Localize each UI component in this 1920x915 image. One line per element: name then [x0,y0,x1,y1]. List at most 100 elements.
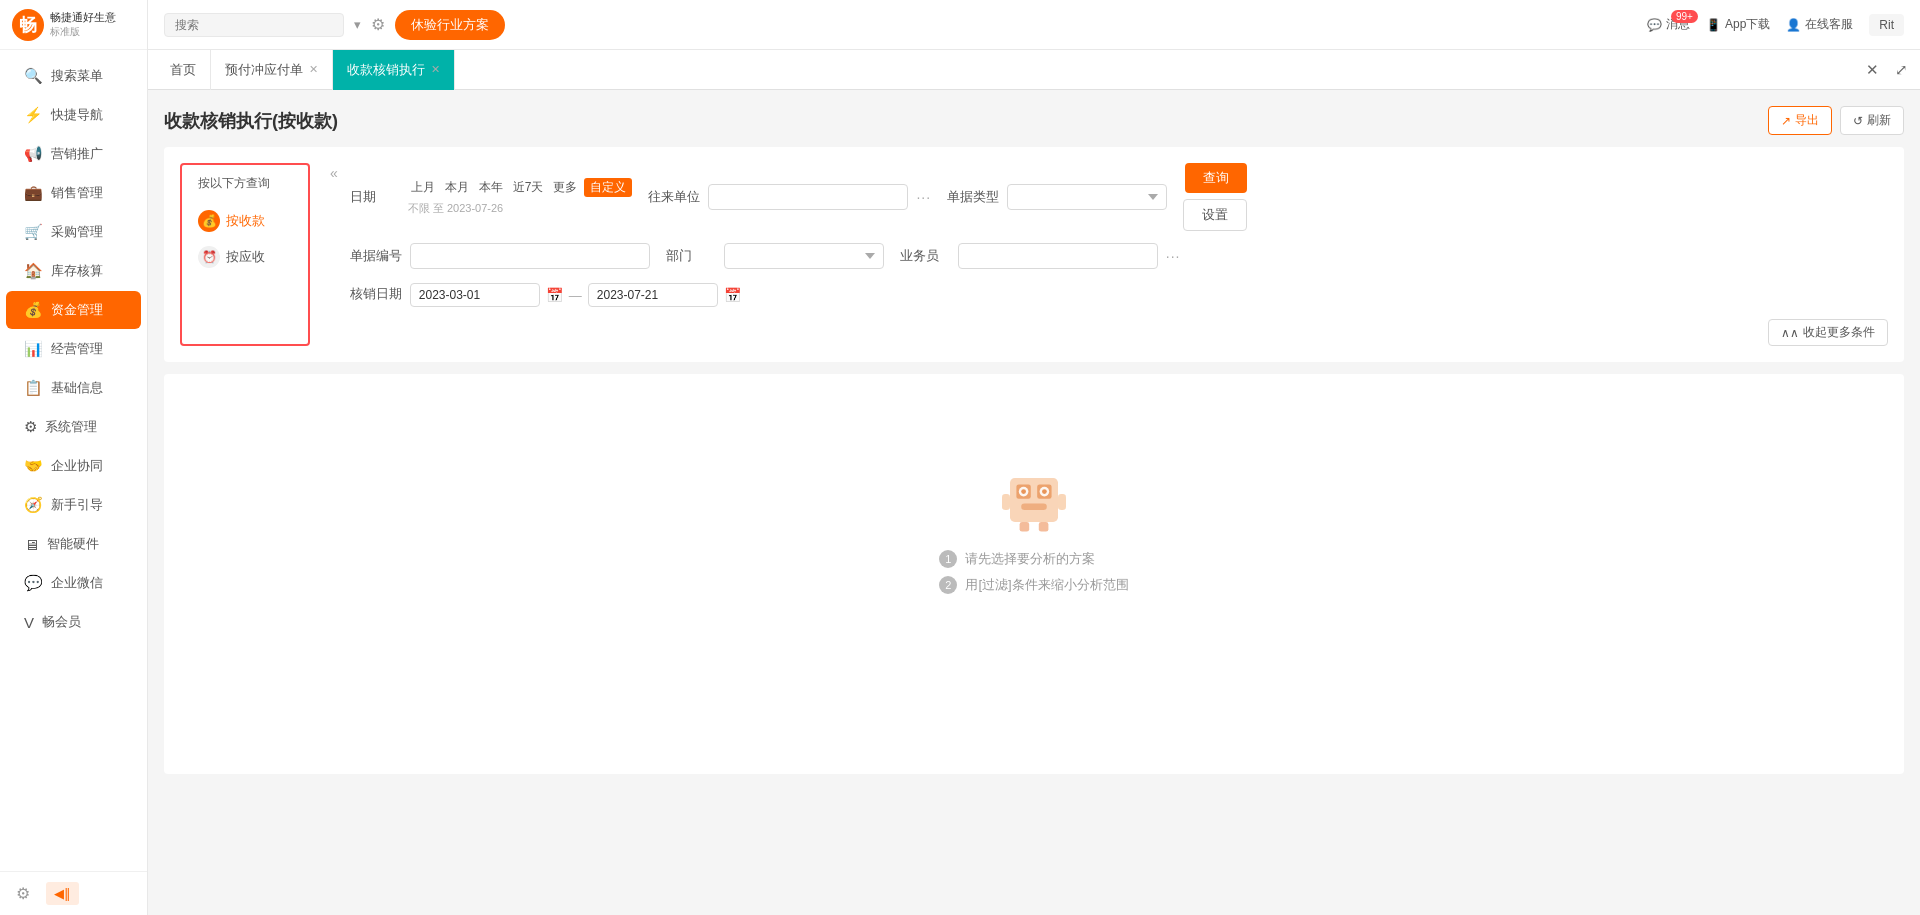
tab-prepay[interactable]: 预付冲应付单 ✕ [211,50,333,90]
sidebar-item-0[interactable]: 🔍搜索菜单 [6,57,141,95]
sidebar-icon-14: V [24,614,34,631]
sidebar-icon-3: 💼 [24,184,43,202]
tab-expand-button[interactable]: ⤢ [1891,57,1912,83]
date-more[interactable]: 更多 [550,178,580,197]
filter-actions: 查询 设置 [1183,163,1247,231]
filter-type-selector: 按以下方查询 💰 按收款 ⏰ 按应收 [180,163,310,346]
user-menu[interactable]: Rit [1869,14,1904,36]
staff-label: 业务员 [900,247,950,265]
query-button[interactable]: 查询 [1185,163,1247,193]
date-custom[interactable]: 自定义 [584,178,632,197]
writeoff-date-start-cal-icon[interactable]: 📅 [546,287,563,303]
counterparty-input[interactable] [708,184,908,210]
date-this-year[interactable]: 本年 [476,178,506,197]
sidebar-label-1: 快捷导航 [51,106,103,124]
topbar-gear-icon[interactable]: ⚙ [371,15,385,34]
tab-home-label: 首页 [170,61,196,79]
sidebar-label-12: 智能硬件 [47,535,99,553]
receipt-label: 按收款 [226,212,265,230]
date-last-month[interactable]: 上月 [408,178,438,197]
svg-rect-0 [1010,478,1058,522]
app-icon: 📱 [1706,18,1721,32]
tab-writeoff-close[interactable]: ✕ [431,63,440,76]
sidebar-item-10[interactable]: 🤝企业协同 [6,447,141,485]
filter-row-1: 日期 上月 本月 本年 近7天 更多 自定义 不限 至 2023-07-26 [350,163,1888,231]
solution-button[interactable]: 休验行业方案 [395,10,505,40]
sidebar-item-9[interactable]: ⚙系统管理 [6,408,141,446]
sidebar-item-14[interactable]: V 畅会员 [6,603,141,641]
sidebar-label-6: 资金管理 [51,301,103,319]
content-area: 1 请先选择要分析的方案 2 用[过滤]条件来缩小分析范围 [164,374,1904,774]
filter-option-by-receivable[interactable]: ⏰ 按应收 [198,246,292,268]
sidebar-item-11[interactable]: 🧭新手引导 [6,486,141,524]
writeoff-date-start-input[interactable] [410,283,540,307]
sidebar-icon-4: 🛒 [24,223,43,241]
filter-type-title: 按以下方查询 [198,175,292,192]
sidebar-item-7[interactable]: 📊经营管理 [6,330,141,368]
staff-input[interactable] [958,243,1158,269]
staff-more-button[interactable]: ··· [1166,248,1181,264]
dept-label: 部门 [666,247,716,265]
refresh-label: 刷新 [1867,112,1891,129]
svg-rect-3 [1021,504,1047,510]
date-label: 日期 [350,188,400,206]
search-input[interactable] [164,13,344,37]
page-actions: ↗ 导出 ↺ 刷新 [1768,106,1904,135]
sidebar: 畅 畅捷通好生意 标准版 🔍搜索菜单⚡快捷导航📢营销推广💼销售管理🛒采购管理🏠库… [0,0,148,915]
sidebar-logo: 畅 畅捷通好生意 标准版 [0,0,147,50]
topbar-dropdown-icon[interactable]: ▾ [354,17,361,32]
app-download-button[interactable]: 📱 App下载 [1706,16,1770,33]
filter-left-collapse-button[interactable]: « [330,165,338,181]
writeoff-date-end-input[interactable] [588,283,718,307]
tabbar-right: ✕ ⤢ [1862,57,1912,83]
sidebar-item-2[interactable]: 📢营销推广 [6,135,141,173]
counterparty-field: 往来单位 ··· [648,184,931,210]
sidebar-icon-12: 🖥 [24,536,39,553]
date-range-dash: — [569,288,582,303]
dept-select[interactable] [724,243,884,269]
sidebar-label-8: 基础信息 [51,379,103,397]
sidebar-item-1[interactable]: ⚡快捷导航 [6,96,141,134]
svg-rect-5 [1058,494,1066,510]
page-title: 收款核销执行(按收款) [164,109,338,133]
tab-home[interactable]: 首页 [156,50,211,90]
doc-no-label: 单据编号 [350,247,402,265]
tab-writeoff[interactable]: 收款核销执行 ✕ [333,50,455,90]
sidebar-item-13[interactable]: 💬企业微信 [6,564,141,602]
sidebar-item-4[interactable]: 🛒采购管理 [6,213,141,251]
sidebar-icon-7: 📊 [24,340,43,358]
sidebar-item-5[interactable]: 🏠库存核算 [6,252,141,290]
sidebar-item-6[interactable]: 💰资金管理 [6,291,141,329]
tab-prepay-close[interactable]: ✕ [309,63,318,76]
tab-close-all-button[interactable]: ✕ [1862,57,1883,83]
sidebar-label-14: 畅会员 [42,613,81,631]
date-7days[interactable]: 近7天 [510,178,547,197]
sidebar-label-13: 企业微信 [51,574,103,592]
writeoff-date-range: 📅 — 📅 [410,283,741,307]
doc-type-field: 单据类型 [947,184,1167,210]
refresh-button[interactable]: ↺ 刷新 [1840,106,1904,135]
online-service-button[interactable]: 👤 在线客服 [1786,16,1853,33]
doc-type-select[interactable] [1007,184,1167,210]
filter-option-by-receipt[interactable]: 💰 按收款 [198,210,292,232]
writeoff-date-end-cal-icon[interactable]: 📅 [724,287,741,303]
sidebar-item-3[interactable]: 💼销售管理 [6,174,141,212]
filter-panel: 按以下方查询 💰 按收款 ⏰ 按应收 « 日期 [164,147,1904,362]
export-button[interactable]: ↗ 导出 [1768,106,1832,135]
counterparty-more-button[interactable]: ··· [916,189,931,205]
sidebar-item-8[interactable]: 📋基础信息 [6,369,141,407]
sidebar-icon-5: 🏠 [24,262,43,280]
date-this-month[interactable]: 本月 [442,178,472,197]
filter-more-row: ∧∧ 收起更多条件 [350,319,1888,346]
message-button[interactable]: 💬 消息 99+ [1647,16,1690,33]
collapse-more-button[interactable]: ∧∧ 收起更多条件 [1768,319,1888,346]
doc-no-input[interactable] [410,243,650,269]
sidebar-item-12[interactable]: 🖥 智能硬件 [6,525,141,563]
settings-button[interactable]: 设置 [1183,199,1247,231]
service-label: 在线客服 [1805,16,1853,33]
sidebar-settings-icon[interactable]: ⚙ [16,884,30,903]
export-label: 导出 [1795,112,1819,129]
counterparty-label: 往来单位 [648,188,700,206]
sidebar-collapse-button[interactable]: ◀‖ [46,882,79,905]
empty-hints: 1 请先选择要分析的方案 2 用[过滤]条件来缩小分析范围 [939,550,1128,594]
